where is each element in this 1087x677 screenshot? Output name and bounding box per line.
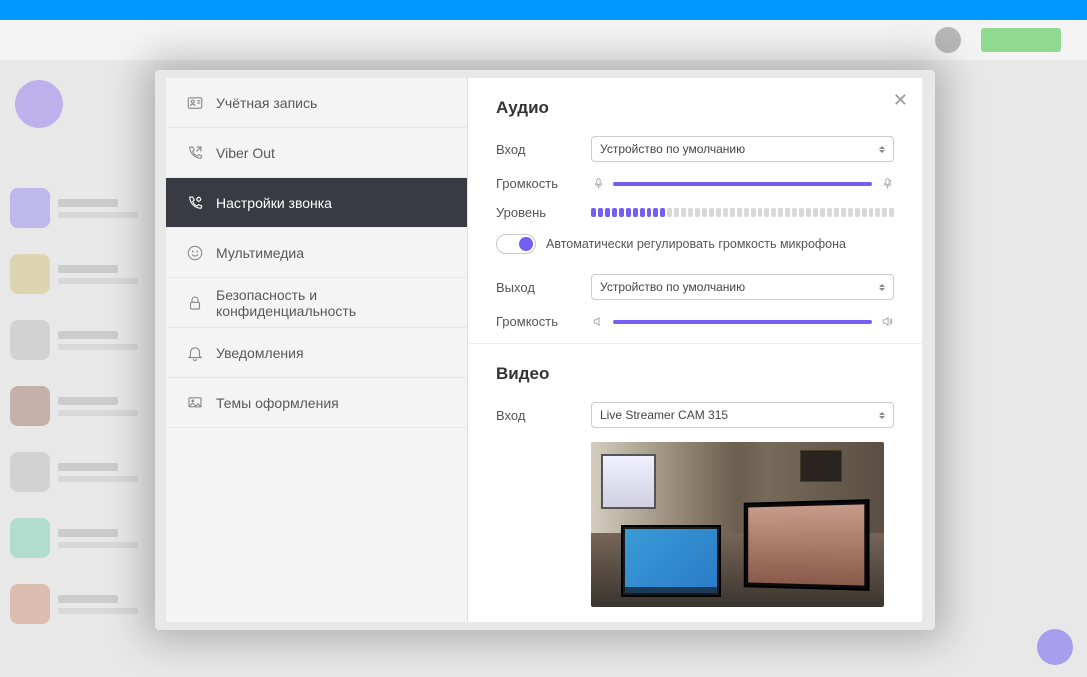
audio-output-select[interactable]: Устройство по умолчанию xyxy=(591,274,894,300)
video-input-select[interactable]: Live Streamer CAM 315 xyxy=(591,402,894,428)
sidebar-item-label: Мультимедиа xyxy=(216,245,304,261)
auto-gain-toggle[interactable] xyxy=(496,234,536,254)
sidebar-item-multimedia[interactable]: Мультимедиа xyxy=(166,228,467,278)
stepper-caret-icon xyxy=(879,412,885,419)
settings-sidebar: Учётная запись Viber Out Настройки звонк… xyxy=(166,78,468,622)
input-level-meter xyxy=(591,208,894,217)
audio-input-label: Вход xyxy=(496,142,591,157)
window-minimize[interactable] xyxy=(993,0,1023,18)
lock-icon xyxy=(186,294,204,312)
sidebar-item-security[interactable]: Безопасность и конфиденциальность xyxy=(166,278,467,328)
speaker-low-icon xyxy=(591,315,605,329)
window-close[interactable] xyxy=(1053,0,1083,18)
phone-out-icon xyxy=(186,144,204,162)
bg-chat-list xyxy=(0,60,170,677)
sidebar-item-notifications[interactable]: Уведомления xyxy=(166,328,467,378)
stepper-caret-icon xyxy=(879,284,885,291)
window-maximize[interactable] xyxy=(1023,0,1053,18)
sidebar-item-label: Учётная запись xyxy=(216,95,317,111)
audio-section-title: Аудио xyxy=(496,98,894,118)
mic-high-icon xyxy=(880,177,894,191)
close-icon: ✕ xyxy=(893,90,908,110)
sidebar-item-account[interactable]: Учётная запись xyxy=(166,78,467,128)
bell-icon xyxy=(186,344,204,362)
window-titlebar xyxy=(0,0,1087,20)
sidebar-item-label: Настройки звонка xyxy=(216,195,332,211)
video-preview xyxy=(591,442,884,607)
stepper-caret-icon xyxy=(879,146,885,153)
floating-action-button[interactable] xyxy=(1037,629,1073,665)
input-volume-label: Громкость xyxy=(496,176,591,191)
video-input-value: Live Streamer CAM 315 xyxy=(600,408,728,422)
sidebar-item-label: Темы оформления xyxy=(216,395,339,411)
audio-input-select[interactable]: Устройство по умолчанию xyxy=(591,136,894,162)
output-volume-slider[interactable] xyxy=(613,320,872,324)
speaker-high-icon xyxy=(880,315,894,329)
close-button[interactable]: ✕ xyxy=(893,90,908,111)
app-topbar xyxy=(0,20,1087,60)
settings-content: ✕ Аудио Вход Устройство по умолчанию Гро… xyxy=(468,78,922,622)
user-avatar[interactable] xyxy=(935,27,961,53)
input-level-label: Уровень xyxy=(496,205,591,220)
output-volume-label: Громкость xyxy=(496,314,591,329)
sidebar-item-label: Безопасность и конфиденциальность xyxy=(216,287,447,319)
audio-output-label: Выход xyxy=(496,280,591,295)
phone-settings-icon xyxy=(186,194,204,212)
sidebar-item-call-settings[interactable]: Настройки звонка xyxy=(166,178,467,228)
topbar-action-button[interactable] xyxy=(981,28,1061,52)
palette-icon xyxy=(186,394,204,412)
input-volume-slider[interactable] xyxy=(613,182,872,186)
video-section-title: Видео xyxy=(496,364,894,384)
audio-input-value: Устройство по умолчанию xyxy=(600,142,745,156)
sidebar-item-viber-out[interactable]: Viber Out xyxy=(166,128,467,178)
smiley-icon xyxy=(186,244,204,262)
sidebar-item-label: Viber Out xyxy=(216,145,275,161)
audio-output-value: Устройство по умолчанию xyxy=(600,280,745,294)
id-card-icon xyxy=(186,94,204,112)
video-input-label: Вход xyxy=(496,408,591,423)
mic-low-icon xyxy=(591,177,605,191)
settings-modal: Учётная запись Viber Out Настройки звонк… xyxy=(166,78,922,622)
sidebar-item-label: Уведомления xyxy=(216,345,304,361)
auto-gain-label: Автоматически регулировать громкость мик… xyxy=(546,237,846,251)
sidebar-item-themes[interactable]: Темы оформления xyxy=(166,378,467,428)
